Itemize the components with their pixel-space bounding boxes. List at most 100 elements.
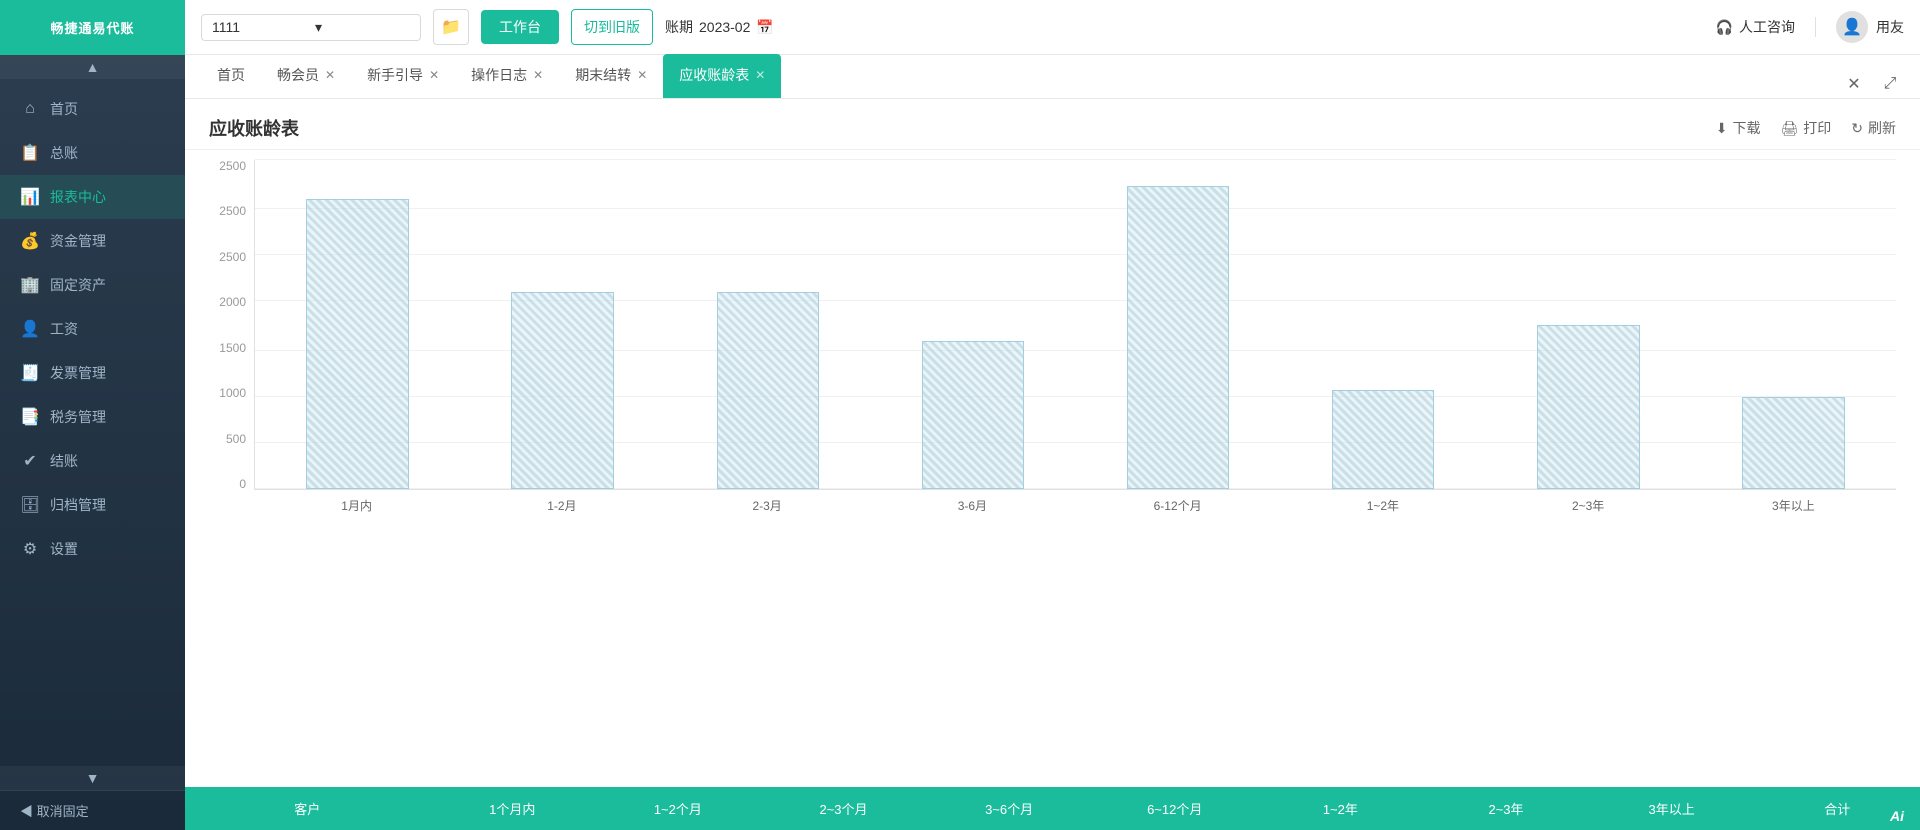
sidebar-label-tax: 税务管理	[50, 407, 106, 427]
y-label: 500	[226, 433, 246, 445]
header: 1111 ▾ 📁 工作台 切到旧版 账期 2023-02 📅 🎧 人工咨询 👤 …	[185, 0, 1920, 55]
tab-close-log[interactable]: ✕	[533, 69, 543, 81]
th-3年以上: 3年以上	[1589, 799, 1755, 818]
bar-group-1~2年	[1332, 390, 1435, 489]
sidebar-label-home: 首页	[50, 99, 78, 119]
workbench-button[interactable]: 工作台	[481, 10, 559, 44]
tab-guide[interactable]: 新手引导✕	[351, 54, 455, 98]
bar-1月内	[306, 199, 409, 489]
print-icon: 🖨	[1780, 120, 1798, 137]
logo-text: 畅捷通易代账	[50, 18, 134, 37]
period-value: 2023-02	[699, 19, 750, 35]
bar-group-6-12个月	[1127, 186, 1230, 489]
page-title: 应收账龄表	[209, 115, 299, 141]
x-label-3年以上: 3年以上	[1691, 497, 1896, 514]
th-1~2个月: 1~2个月	[595, 799, 761, 818]
main-area: 1111 ▾ 📁 工作台 切到旧版 账期 2023-02 📅 🎧 人工咨询 👤 …	[185, 0, 1920, 830]
sidebar: 畅捷通易代账 ▲ ⌂首页📋总账📊报表中心💰资金管理 🏢 固定资产 👤工资 🧾 发票管理 📑税…	[0, 0, 185, 830]
y-label: 2500	[219, 160, 246, 172]
sidebar-item-report[interactable]: 📊报表中心	[0, 175, 185, 219]
sidebar-item-invoice[interactable]: 🧾 发票管理	[0, 351, 185, 395]
tab-close-aging[interactable]: ✕	[755, 69, 765, 81]
th-6~12个月: 6~12个月	[1092, 799, 1258, 818]
bar-6-12个月	[1127, 186, 1230, 489]
y-axis: 2500250025002000150010005000	[209, 160, 254, 490]
sidebar-label-invoice: 发票管理	[50, 363, 106, 383]
sidebar-item-asset[interactable]: 🏢 固定资产	[0, 263, 185, 307]
avatar-icon: 👤	[1842, 17, 1862, 37]
headset-icon: 🎧	[1716, 19, 1733, 36]
archive-icon-btn[interactable]: 📁	[433, 9, 469, 45]
page-actions: ⬇ 下载 🖨 打印 ↻ 刷新	[1716, 118, 1896, 138]
invoice-icon: 🧾	[20, 363, 40, 383]
bar-3年以上	[1742, 397, 1845, 489]
settings-icon: ⚙	[20, 539, 40, 559]
bar-1~2年	[1332, 390, 1435, 489]
sidebar-item-settings[interactable]: ⚙设置	[0, 527, 185, 571]
company-select[interactable]: 1111 ▾	[201, 14, 421, 41]
sidebar-item-home[interactable]: ⌂首页	[0, 87, 185, 131]
tab-close-guide[interactable]: ✕	[429, 69, 439, 81]
sidebar-item-tax[interactable]: 📑税务管理	[0, 395, 185, 439]
tabs-bar: 首页畅会员✕新手引导✕操作日志✕期末结转✕应收账龄表✕ ✕ ⤢	[185, 55, 1920, 99]
switch-version-button[interactable]: 切到旧版	[571, 9, 653, 45]
sidebar-label-ledger: 总账	[50, 143, 78, 163]
grid-line	[255, 208, 1896, 209]
bar-3-6月	[922, 341, 1025, 489]
th-1个月内: 1个月内	[429, 799, 595, 818]
tab-home[interactable]: 首页	[201, 54, 261, 98]
user-menu[interactable]: 👤 用友	[1836, 11, 1904, 43]
sidebar-scroll-down[interactable]: ▼	[0, 766, 185, 790]
cancel-fixed-btn[interactable]: ◀ 取消固定	[0, 790, 185, 830]
tab-label-vip: 畅会员	[277, 65, 319, 85]
th-3~6个月: 3~6个月	[926, 799, 1092, 818]
sidebar-item-salary[interactable]: 👤工资	[0, 307, 185, 351]
tab-period-end[interactable]: 期末结转 ✕	[559, 54, 663, 98]
sidebar-item-close[interactable]: ✔结账	[0, 439, 185, 483]
tab-log[interactable]: 操作日志 ✕	[455, 54, 559, 98]
sidebar-label-archive: 归档管理	[50, 495, 106, 515]
grid-line	[255, 488, 1896, 489]
consult-label: 人工咨询	[1739, 17, 1795, 37]
y-label: 2500	[219, 251, 246, 263]
y-label: 1500	[219, 342, 246, 354]
download-icon: ⬇	[1716, 120, 1728, 137]
calendar-icon[interactable]: 📅	[756, 19, 773, 36]
y-label: 2500	[219, 205, 246, 217]
tab-close-vip[interactable]: ✕	[325, 69, 335, 81]
consult-button[interactable]: 🎧 人工咨询	[1716, 17, 1795, 37]
tab-aging[interactable]: 应收账龄表✕	[663, 54, 781, 98]
content-area: 应收账龄表 ⬇ 下载 🖨 打印 ↻ 刷新 2500250025	[185, 99, 1920, 830]
download-button[interactable]: ⬇ 下载	[1716, 118, 1761, 138]
tab-close-period-end[interactable]: ✕	[637, 69, 647, 81]
archive-icon: 📁	[441, 17, 461, 37]
asset-icon: 🏢	[20, 275, 40, 295]
bar-group-1-2月	[511, 292, 614, 489]
maximize-button[interactable]: ⤢	[1876, 70, 1904, 98]
chart-container: 2500250025002000150010005000 1月内1-2月2-3月…	[209, 160, 1896, 520]
refresh-button[interactable]: ↻ 刷新	[1851, 118, 1896, 138]
app-logo: 畅捷通易代账	[0, 0, 185, 55]
grid-line	[255, 442, 1896, 443]
close-all-tabs-button[interactable]: ✕	[1840, 70, 1868, 98]
sidebar-item-archive[interactable]: 🗄 归档管理	[0, 483, 185, 527]
bar-2~3年	[1537, 325, 1640, 490]
sidebar-scroll-up[interactable]: ▲	[0, 55, 185, 79]
period-display: 账期 2023-02 📅	[665, 17, 774, 37]
grid-line	[255, 396, 1896, 397]
tab-vip[interactable]: 畅会员 ✕	[261, 54, 351, 98]
sidebar-label-asset: 固定资产	[50, 275, 106, 295]
company-name: 1111	[212, 19, 307, 35]
th-2~3个月: 2~3个月	[761, 799, 927, 818]
download-label: 下载	[1732, 118, 1760, 138]
sidebar-item-fund[interactable]: 💰资金管理	[0, 219, 185, 263]
archive-icon: 🗄	[20, 495, 40, 515]
bar-group-3年以上	[1742, 397, 1845, 489]
x-label-3-6月: 3-6月	[870, 497, 1075, 514]
tab-label-log: 操作日志	[471, 65, 527, 85]
th-客户: 客户	[185, 799, 429, 818]
print-button[interactable]: 🖨 打印	[1780, 118, 1831, 138]
sidebar-label-report: 报表中心	[50, 187, 106, 207]
tab-label-period-end: 期末结转	[575, 65, 631, 85]
sidebar-item-ledger[interactable]: 📋总账	[0, 131, 185, 175]
